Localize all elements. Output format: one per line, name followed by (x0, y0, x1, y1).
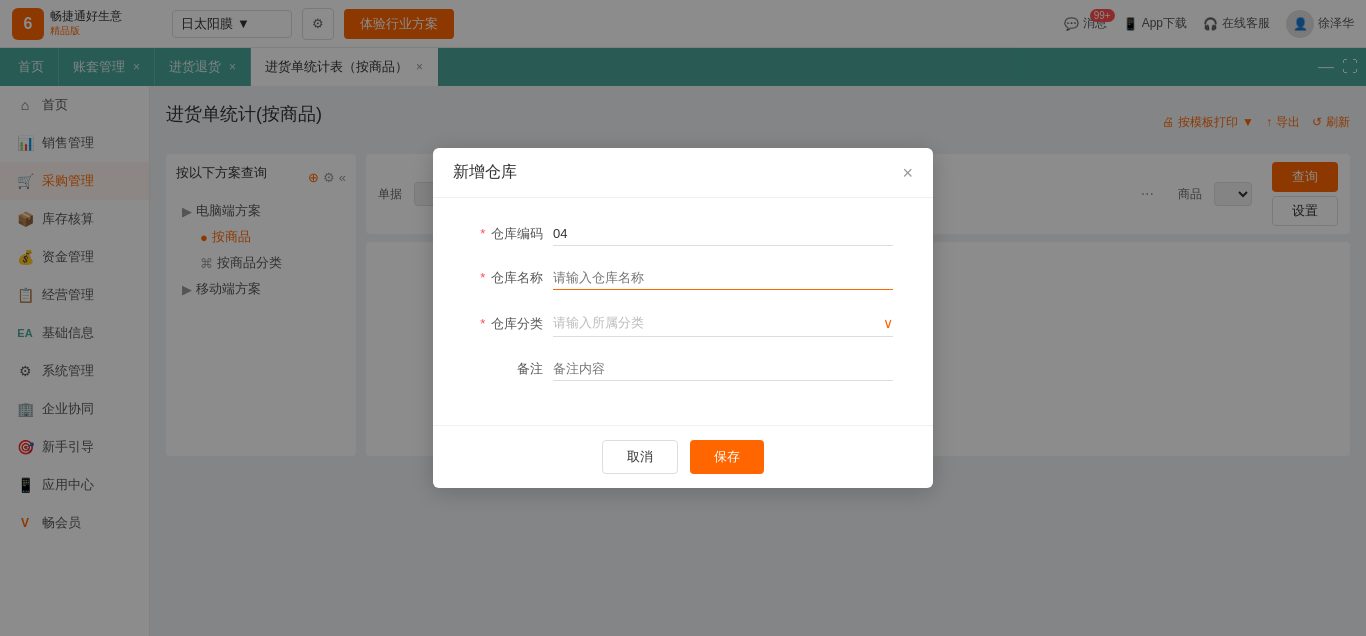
code-label: * 仓库编码 (473, 225, 553, 243)
name-field-row: * 仓库名称 (473, 266, 893, 290)
category-select[interactable]: 请输入所属分类 ∨ (553, 310, 893, 337)
code-input[interactable] (553, 222, 893, 246)
modal-title: 新增仓库 (453, 162, 517, 183)
note-field-row: 备注 (473, 357, 893, 381)
category-required-star: * (480, 316, 485, 331)
code-field-row: * 仓库编码 (473, 222, 893, 246)
name-required-star: * (480, 270, 485, 285)
category-field-row: * 仓库分类 请输入所属分类 ∨ (473, 310, 893, 337)
save-button[interactable]: 保存 (690, 440, 764, 474)
name-input[interactable] (553, 266, 893, 290)
modal-header: 新增仓库 × (433, 148, 933, 198)
note-label: 备注 (473, 360, 553, 378)
note-input[interactable] (553, 357, 893, 381)
add-warehouse-modal: 新增仓库 × * 仓库编码 * 仓库名称 (433, 148, 933, 488)
modal-body: * 仓库编码 * 仓库名称 * 仓库分类 请输入所属 (433, 198, 933, 425)
cancel-button[interactable]: 取消 (602, 440, 678, 474)
required-star: * (480, 226, 485, 241)
category-label: * 仓库分类 (473, 315, 553, 333)
category-arrow-icon: ∨ (883, 315, 893, 331)
modal-overlay: 新增仓库 × * 仓库编码 * 仓库名称 (0, 0, 1366, 636)
category-placeholder: 请输入所属分类 (553, 314, 883, 332)
modal-close-button[interactable]: × (902, 164, 913, 182)
name-label: * 仓库名称 (473, 269, 553, 287)
modal-footer: 取消 保存 (433, 425, 933, 488)
